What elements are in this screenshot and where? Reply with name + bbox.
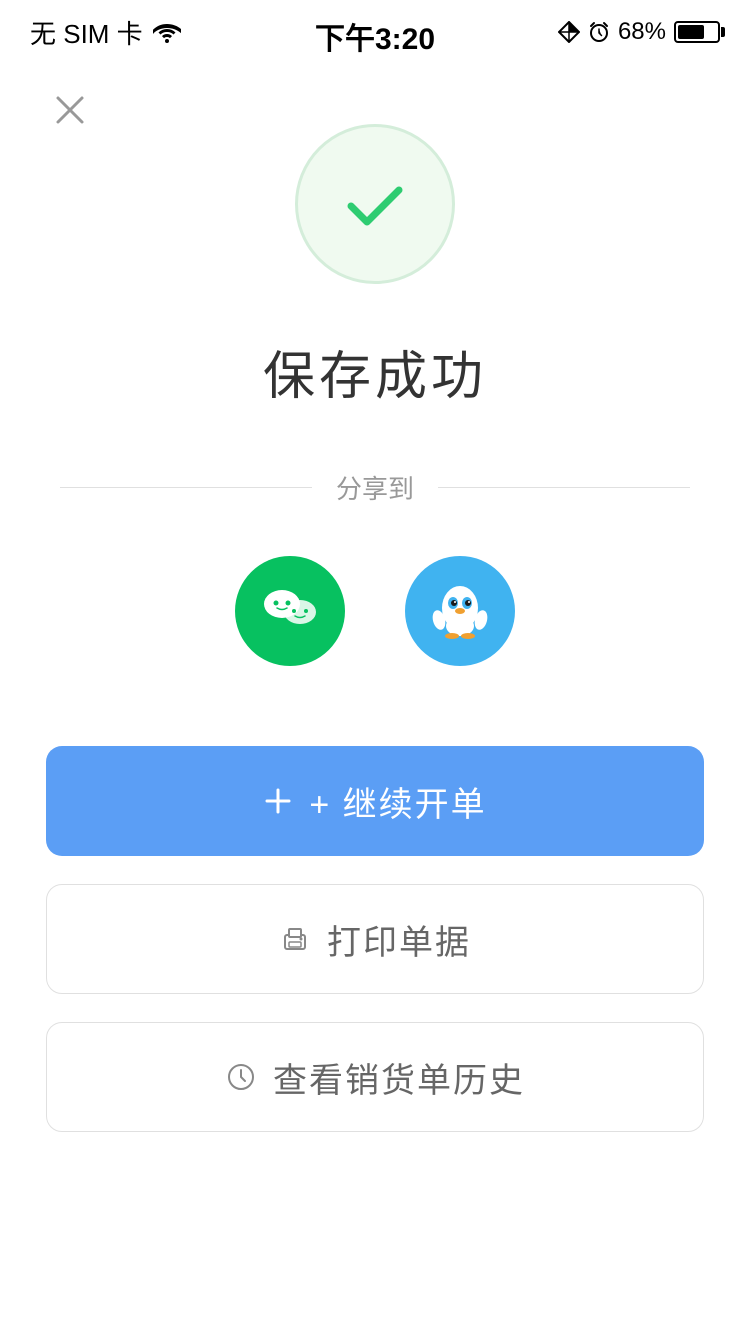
print-label: 打印单据	[327, 915, 471, 964]
continue-label: + 继续开单	[309, 777, 486, 826]
status-bar: 无 SIM 卡 下午3:20 68%	[0, 0, 750, 64]
checkmark-icon	[335, 164, 415, 244]
no-sim-text: 无 SIM 卡	[30, 14, 143, 51]
share-divider: 分享到	[0, 469, 750, 506]
location-icon	[558, 21, 580, 43]
divider-left	[60, 487, 312, 488]
qq-icon	[425, 576, 495, 646]
history-icon	[225, 1061, 257, 1093]
status-left: 无 SIM 卡	[30, 14, 181, 51]
divider-right	[438, 487, 690, 488]
plus-icon	[263, 786, 293, 816]
success-title: 保存成功	[263, 334, 487, 409]
wifi-icon	[153, 21, 181, 43]
close-button[interactable]	[40, 80, 100, 140]
history-button[interactable]: 查看销货单历史	[46, 1022, 704, 1132]
share-icons	[235, 556, 515, 666]
qq-share-button[interactable]	[405, 556, 515, 666]
action-buttons: + 继续开单 打印单据 查看销货单历史	[0, 746, 750, 1132]
print-icon	[279, 923, 311, 955]
alarm-icon	[588, 21, 610, 43]
success-circle	[295, 124, 455, 284]
continue-button[interactable]: + 继续开单	[46, 746, 704, 856]
battery-percent: 68%	[618, 18, 666, 46]
battery-indicator	[674, 21, 720, 43]
share-label: 分享到	[312, 469, 438, 506]
status-right: 68%	[558, 18, 720, 46]
close-icon	[50, 90, 90, 130]
print-button[interactable]: 打印单据	[46, 884, 704, 994]
status-time: 下午3:20	[315, 14, 435, 58]
wechat-share-button[interactable]	[235, 556, 345, 666]
main-content: 保存成功 分享到	[0, 64, 750, 1132]
history-label: 查看销货单历史	[273, 1053, 525, 1102]
wechat-icon	[256, 582, 324, 640]
